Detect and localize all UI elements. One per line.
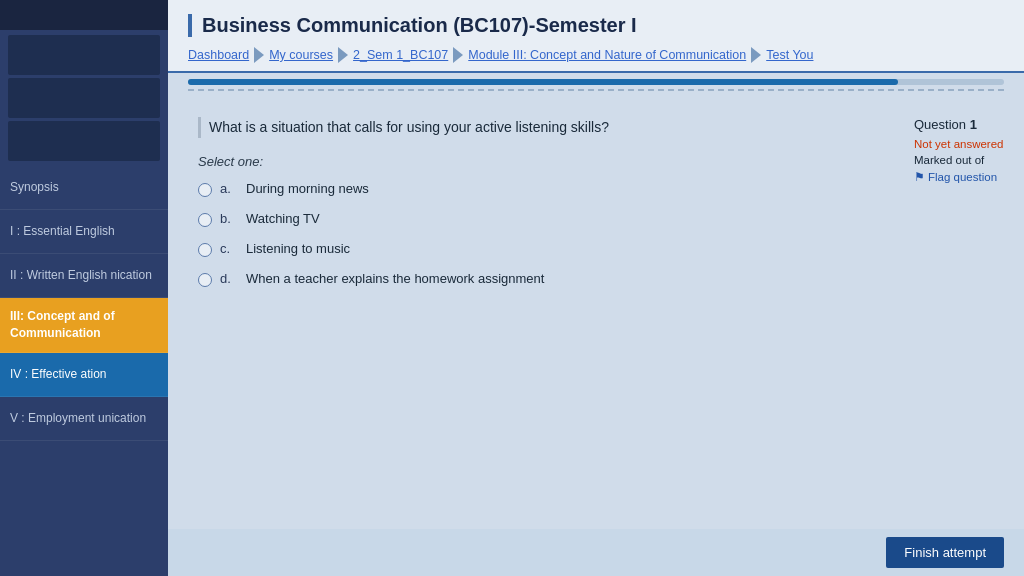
dark-block-3 <box>8 121 160 161</box>
breadcrumb-test[interactable]: Test You <box>766 48 813 62</box>
option-b[interactable]: b. Watching TV <box>198 211 880 227</box>
finish-attempt-button[interactable]: Finish attempt <box>886 537 1004 568</box>
option-d[interactable]: d. When a teacher explains the homework … <box>198 271 880 287</box>
content-wrapper: What is a situation that calls for using… <box>168 97 1024 529</box>
option-a[interactable]: a. During morning news <box>198 181 880 197</box>
side-panel: Question 1 Not yet answered Marked out o… <box>904 107 1024 529</box>
page-title: Business Communication (BC107)-Semester … <box>188 14 1004 37</box>
option-b-text: Watching TV <box>246 211 320 226</box>
radio-b[interactable] <box>198 213 212 227</box>
sidebar-item-concept-communication[interactable]: III: Concept and of Communication <box>0 298 168 353</box>
sidebar: Synopsis I : Essential English II : Writ… <box>0 0 168 576</box>
sidebar-item-synopsis[interactable]: Synopsis <box>0 166 168 210</box>
sidebar-top-block <box>0 0 168 30</box>
marked-out-text: Marked out of <box>914 154 1014 166</box>
question-area: What is a situation that calls for using… <box>168 107 904 529</box>
dark-block-2 <box>8 78 160 118</box>
option-a-text: During morning news <box>246 181 369 196</box>
question-status: Not yet answered <box>914 138 1014 150</box>
sidebar-item-employment[interactable]: V : Employment unication <box>0 397 168 441</box>
option-c[interactable]: c. Listening to music <box>198 241 880 257</box>
sidebar-item-written-english[interactable]: II : Written English nication <box>0 254 168 298</box>
breadcrumb-arrow-2 <box>338 47 348 63</box>
radio-c[interactable] <box>198 243 212 257</box>
breadcrumb-arrow-3 <box>453 47 463 63</box>
progress-bar-fill <box>188 79 898 85</box>
question-number-label: Question 1 <box>914 117 1014 132</box>
radio-a[interactable] <box>198 183 212 197</box>
breadcrumb-module[interactable]: Module III: Concept and Nature of Commun… <box>468 48 746 62</box>
sidebar-dark-blocks <box>0 30 168 166</box>
select-one-label: Select one: <box>198 154 880 169</box>
breadcrumb-arrow-4 <box>751 47 761 63</box>
option-b-letter: b. <box>220 211 238 226</box>
sidebar-item-essential-english[interactable]: I : Essential English <box>0 210 168 254</box>
option-a-letter: a. <box>220 181 238 196</box>
options-list: a. During morning news b. Watching TV c.… <box>198 181 880 287</box>
breadcrumb-arrow-1 <box>254 47 264 63</box>
question-text: What is a situation that calls for using… <box>198 117 880 138</box>
header: Business Communication (BC107)-Semester … <box>168 0 1024 73</box>
dark-block-1 <box>8 35 160 75</box>
breadcrumb-dashboard[interactable]: Dashboard <box>188 48 249 62</box>
flag-label: Flag question <box>928 171 997 183</box>
flag-question[interactable]: ⚑ Flag question <box>914 170 1014 184</box>
breadcrumb-my-courses[interactable]: My courses <box>269 48 333 62</box>
dashed-separator <box>188 89 1004 91</box>
radio-d[interactable] <box>198 273 212 287</box>
option-c-letter: c. <box>220 241 238 256</box>
breadcrumb: Dashboard My courses 2_Sem 1_BC107 Modul… <box>188 47 1004 63</box>
option-c-text: Listening to music <box>246 241 350 256</box>
question-number-value: 1 <box>970 117 977 132</box>
footer: Finish attempt <box>168 529 1024 576</box>
flag-icon: ⚑ <box>914 170 925 184</box>
option-d-letter: d. <box>220 271 238 286</box>
sidebar-item-effective-communication[interactable]: IV : Effective ation <box>0 353 168 397</box>
progress-bar-background <box>188 79 1004 85</box>
main-content: Business Communication (BC107)-Semester … <box>168 0 1024 576</box>
breadcrumb-sem[interactable]: 2_Sem 1_BC107 <box>353 48 448 62</box>
progress-area <box>168 73 1024 89</box>
option-d-text: When a teacher explains the homework ass… <box>246 271 544 286</box>
